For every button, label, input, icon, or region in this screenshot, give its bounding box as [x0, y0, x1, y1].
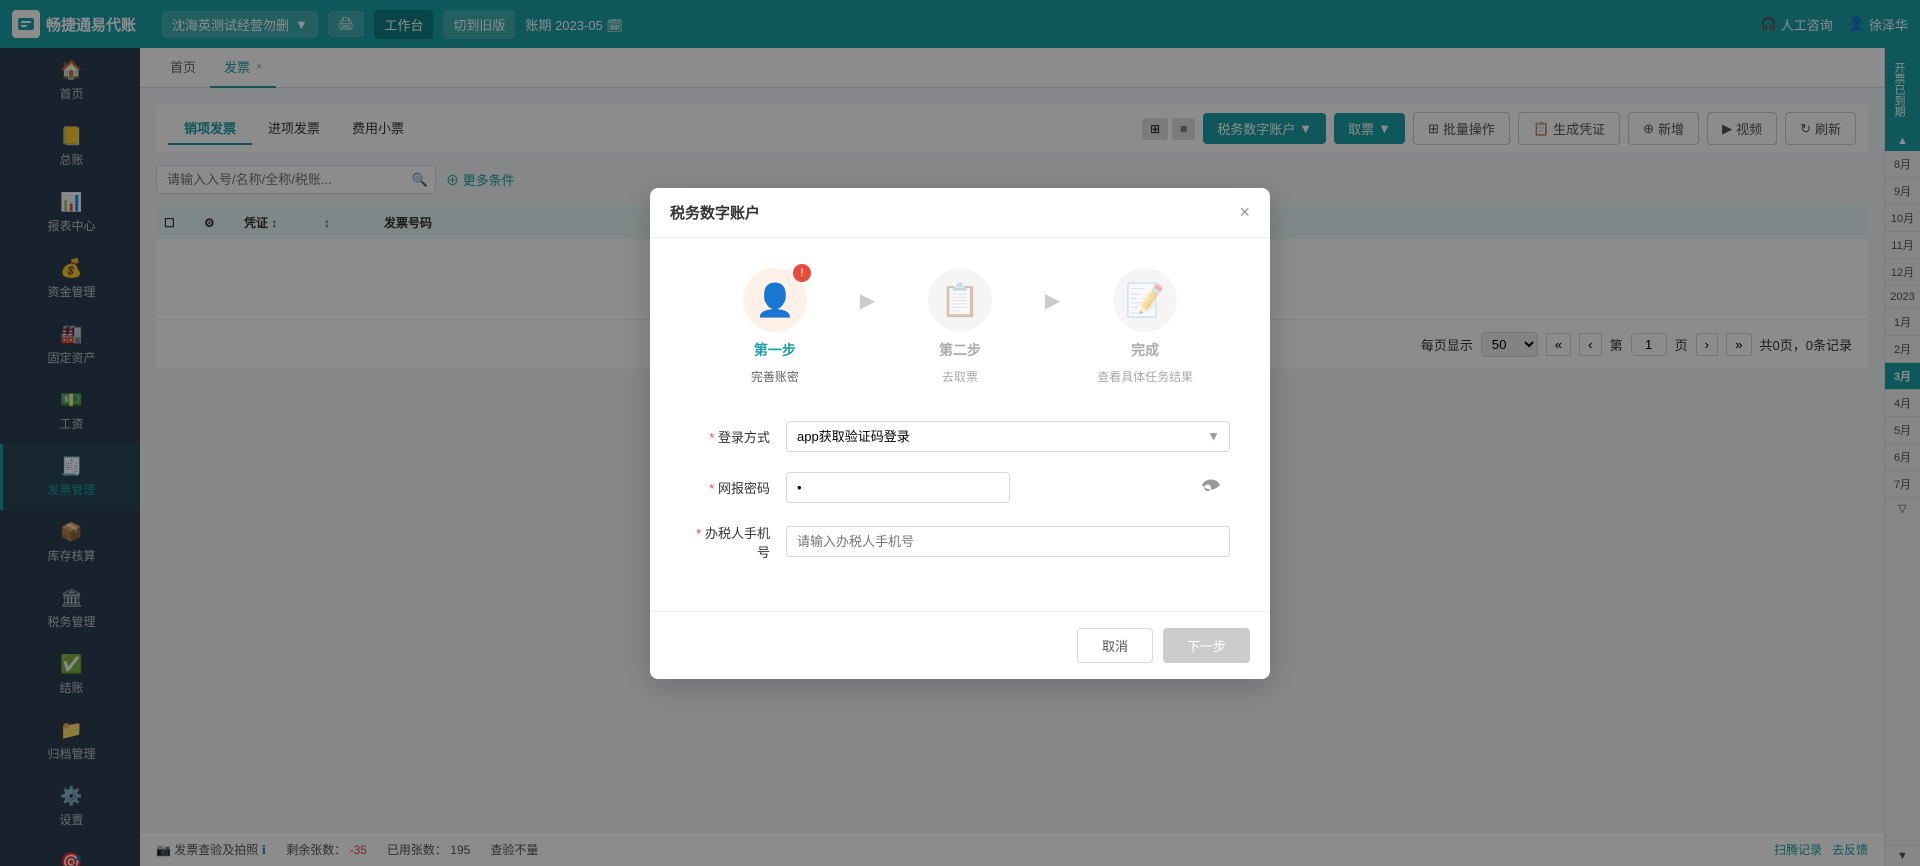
step-1: 👤 ! 第一步 完善账密 [690, 268, 860, 385]
required-star-1: * [709, 430, 714, 445]
modal-close-btn[interactable]: × [1239, 202, 1250, 223]
step-2: 📋 第二步 去取票 [875, 268, 1045, 385]
required-star-2: * [709, 481, 714, 496]
steps: 👤 ! 第一步 完善账密 ▶ 📋 第二步 去取票 ▶ [690, 268, 1230, 385]
password-input-wrap [786, 472, 1230, 503]
step2-label: 第二步 [939, 340, 981, 360]
cancel-button[interactable]: 取消 [1077, 628, 1153, 663]
phone-label: * 办税人手机号 [690, 523, 770, 561]
step3-label: 完成 [1131, 340, 1159, 360]
step2-icon: 📋 [928, 268, 992, 332]
form-row-password: * 网报密码 [690, 472, 1230, 503]
step3-sublabel: 查看具体任务结果 [1097, 368, 1193, 385]
step3-icon: 📝 [1113, 268, 1177, 332]
step-arrow-1: ▶ [860, 288, 875, 313]
login-method-label: * 登录方式 [690, 427, 770, 446]
password-input[interactable] [786, 472, 1010, 503]
modal-overlay[interactable]: 税务数字账户 × 👤 ! 第一步 完善账密 ▶ [0, 0, 1920, 866]
step1-label: 第一步 [754, 340, 796, 360]
modal-title: 税务数字账户 [670, 202, 760, 223]
step2-sublabel: 去取票 [942, 368, 978, 385]
modal-body: 👤 ! 第一步 完善账密 ▶ 📋 第二步 去取票 ▶ [650, 238, 1270, 611]
step-arrow-2: ▶ [1045, 288, 1060, 313]
login-method-select-wrap: app获取验证码登录 密码登录 ▼ [786, 421, 1230, 452]
password-label: * 网报密码 [690, 478, 770, 497]
step1-badge: ! [793, 264, 811, 282]
step1-sublabel: 完善账密 [751, 368, 799, 385]
step-3: 📝 完成 查看具体任务结果 [1060, 268, 1230, 385]
required-star-3: * [696, 526, 701, 541]
next-button[interactable]: 下一步 [1163, 628, 1250, 663]
modal-header: 税务数字账户 × [650, 188, 1270, 238]
login-method-select[interactable]: app获取验证码登录 密码登录 [786, 421, 1230, 452]
step1-icon: 👤 ! [743, 268, 807, 332]
form-row-login-method: * 登录方式 app获取验证码登录 密码登录 ▼ [690, 421, 1230, 452]
modal-footer: 取消 下一步 [650, 611, 1270, 679]
tax-digital-modal: 税务数字账户 × 👤 ! 第一步 完善账密 ▶ [650, 188, 1270, 679]
form-row-phone: * 办税人手机号 [690, 523, 1230, 561]
password-toggle-icon[interactable] [1202, 480, 1220, 495]
modal-form: * 登录方式 app获取验证码登录 密码登录 ▼ * [690, 421, 1230, 561]
phone-input[interactable] [786, 526, 1230, 557]
